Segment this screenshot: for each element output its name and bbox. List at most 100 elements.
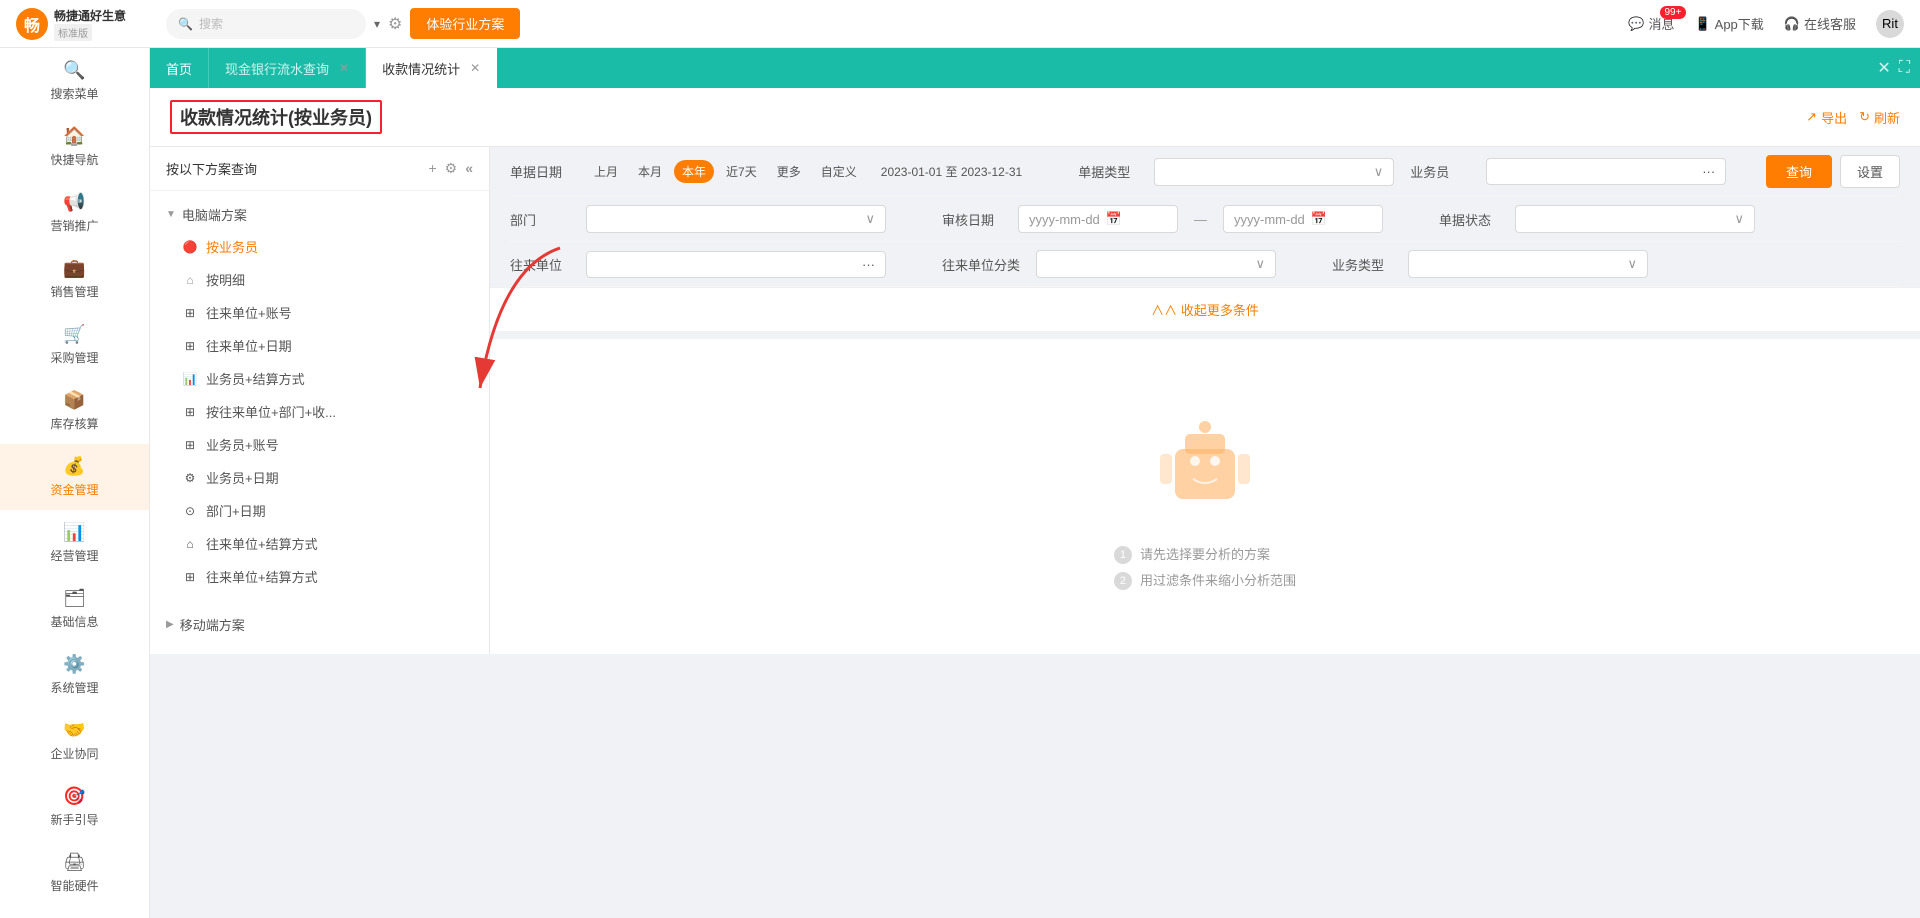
grid-icon: ⊞ [182,437,198,453]
scheme-item-counterpart-settlement2[interactable]: ⊞ 往来单位+结算方式 [150,560,489,593]
voucher-status-select[interactable]: ∨ [1515,205,1755,233]
scheme-item-salesperson-date[interactable]: ⚙ 业务员+日期 [150,461,489,494]
tab-close-icon[interactable]: ✕ [470,61,480,75]
dropdown-arrow-icon[interactable]: ▾ [374,17,380,31]
filter-row-1: 单据日期 上月 本月 本年 近7天 更多 自定义 2023-01-01 至 20… [510,147,1900,197]
export-button[interactable]: ↗ 导出 [1806,108,1847,127]
tab-label: 现金银行流水查询 [225,59,329,78]
date-tab-last-7-days[interactable]: 近7天 [718,160,765,183]
grid-icon: ⊞ [182,338,198,354]
calendar-icon: 📅 [1311,211,1327,227]
trial-button[interactable]: 体验行业方案 [410,8,520,39]
sidebar-item-operations[interactable]: 📊 经营管理 [0,510,149,576]
scheme-item-by-salesperson[interactable]: 🔴 按业务员 [150,230,489,263]
sidebar-label: 系统管理 [50,679,98,696]
scheme-item-counterpart-date[interactable]: ⊞ 往来单位+日期 [150,329,489,362]
system-icon: ⚙️ [63,654,85,675]
scheme-item-counterpart-settlement1[interactable]: ⌂ 往来单位+结算方式 [150,527,489,560]
scheme-group-mobile-header[interactable]: ▶ 移动端方案 [150,609,489,640]
date-tab-custom[interactable]: 自定义 [813,160,865,183]
ellipsis-icon: ··· [862,257,875,272]
scheme-item-salesperson-account[interactable]: ⊞ 业务员+账号 [150,428,489,461]
avatar[interactable]: Rit [1876,10,1904,38]
scheme-item-counterpart-dept-receipt[interactable]: ⊞ 按往来单位+部门+收... [150,395,489,428]
salesperson-select[interactable]: ··· [1486,158,1726,185]
scheme-add-button[interactable]: + [428,160,436,177]
empty-steps: 1 请先选择要分析的方案 2 用过滤条件来缩小分析范围 [1114,542,1296,594]
sidebar-item-guide[interactable]: 🎯 新手引导 [0,774,149,840]
business-type-select[interactable]: ∨ [1408,250,1648,278]
scheme-settings-icon[interactable]: ⚙ [445,160,458,177]
counterpart-type-select[interactable]: ∨ [1036,250,1276,278]
counterpart-type-label: 往来单位分类 [942,255,1020,274]
date-tab-last-month[interactable]: 上月 [586,160,626,183]
empty-step-1-label: 请先选择要分析的方案 [1140,542,1270,568]
sidebar-item-purchase[interactable]: 🛒 采购管理 [0,312,149,378]
collapse-more-conditions[interactable]: ∧∧ 收起更多条件 [490,287,1920,331]
sidebar-item-smart-hw[interactable]: 🖨 智能硬件 [0,840,149,906]
sidebar-item-finance[interactable]: 💰 资金管理 [0,444,149,510]
headset-icon: 🎧 [1784,16,1800,32]
printer-icon: 🖨 [63,852,86,873]
sidebar-item-system[interactable]: ⚙️ 系统管理 [0,642,149,708]
tab-close-icon[interactable]: ✕ [339,61,349,75]
message-item[interactable]: 💬 消息 99+ [1628,14,1674,33]
query-button[interactable]: 查询 [1766,155,1832,188]
refresh-button[interactable]: ↻ 刷新 [1859,108,1900,127]
tab-bar: 首页 现金银行流水查询 ✕ 收款情况统计 ✕ ✕ ⛶ [150,48,1920,88]
sidebar-item-marketing[interactable]: 📢 营销推广 [0,180,149,246]
app-download-item[interactable]: 📱 App下载 [1694,14,1763,33]
settings-button[interactable]: 设置 [1840,155,1900,188]
logo-area: 畅 畅捷通好生意 标准版 [16,7,166,41]
sidebar-item-wechat[interactable]: 💬 企业微信 [0,906,149,918]
date-tab-more[interactable]: 更多 [769,160,809,183]
scheme-group-desktop-header[interactable]: ▼ 电脑端方案 [150,199,489,230]
scheme-item-label: 业务员+日期 [206,468,279,487]
scheme-item-by-detail[interactable]: ⌂ 按明细 [150,263,489,296]
grid-icon: ⊞ [182,569,198,585]
sidebar-item-inventory[interactable]: 📦 库存核算 [0,378,149,444]
counterpart-select[interactable]: ··· [586,251,886,278]
online-service-item[interactable]: 🎧 在线客服 [1784,14,1856,33]
sidebar-item-search-menu[interactable]: 🔍 搜索菜单 [0,48,149,114]
tab-cash-bank[interactable]: 现金银行流水查询 ✕ [209,48,366,88]
box-icon: 📦 [63,390,85,411]
voucher-type-select[interactable]: ∨ [1154,158,1394,186]
refresh-icon: ↻ [1859,109,1870,125]
search-placeholder: 搜索 [199,15,223,32]
sidebar-label: 新手引导 [50,811,98,828]
tab-expand-icon[interactable]: ⛶ [1899,59,1910,77]
sidebar-item-basic-info[interactable]: 🗂 基础信息 [0,576,149,642]
scheme-item-dept-date[interactable]: ⊙ 部门+日期 [150,494,489,527]
mobile-icon: 📱 [1694,16,1710,32]
dept-select[interactable]: ∨ [586,205,886,233]
date-tab-this-month[interactable]: 本月 [630,160,670,183]
sidebar-item-cooperation[interactable]: 🤝 企业协同 [0,708,149,774]
scheme-panel: 按以下方案查询 + ⚙ « ▼ 电脑端方案 [150,147,490,654]
empty-state: 1 请先选择要分析的方案 2 用过滤条件来缩小分析范围 [490,339,1920,654]
tab-close-all-icon[interactable]: ✕ [1877,58,1890,78]
chevron-down-icon: ∨ [1734,211,1744,227]
sidebar-item-quick-nav[interactable]: 🏠 快捷导航 [0,114,149,180]
voucher-type-label: 单据类型 [1078,162,1138,181]
review-date-from[interactable]: yyyy-mm-dd 📅 [1018,205,1178,233]
tab-home[interactable]: 首页 [150,48,209,88]
calendar-icon: 📅 [1106,211,1122,227]
search-icon: 🔍 [63,60,85,81]
step-num-2: 2 [1114,572,1132,590]
scheme-item-salesperson-payment[interactable]: 📊 业务员+结算方式 [150,362,489,395]
review-date-to[interactable]: yyyy-mm-dd 📅 [1223,205,1383,233]
gear-icon: ⚙ [182,470,198,486]
chevron-right-icon: ▶ [166,619,174,630]
chart-icon: 📊 [63,522,85,543]
scheme-collapse-icon[interactable]: « [465,160,473,177]
review-date-to-placeholder: yyyy-mm-dd [1234,212,1305,227]
gear-icon[interactable]: ⚙ [388,14,402,34]
date-tab-this-year[interactable]: 本年 [674,160,714,183]
scheme-item-label: 按业务员 [206,237,258,256]
sidebar-item-sales[interactable]: 💼 销售管理 [0,246,149,312]
sidebar-label: 搜索菜单 [50,85,98,102]
scheme-item-counterpart-account[interactable]: ⊞ 往来单位+账号 [150,296,489,329]
search-box[interactable]: 🔍 搜索 [166,9,366,39]
tab-receipt-stats[interactable]: 收款情况统计 ✕ [366,48,497,88]
